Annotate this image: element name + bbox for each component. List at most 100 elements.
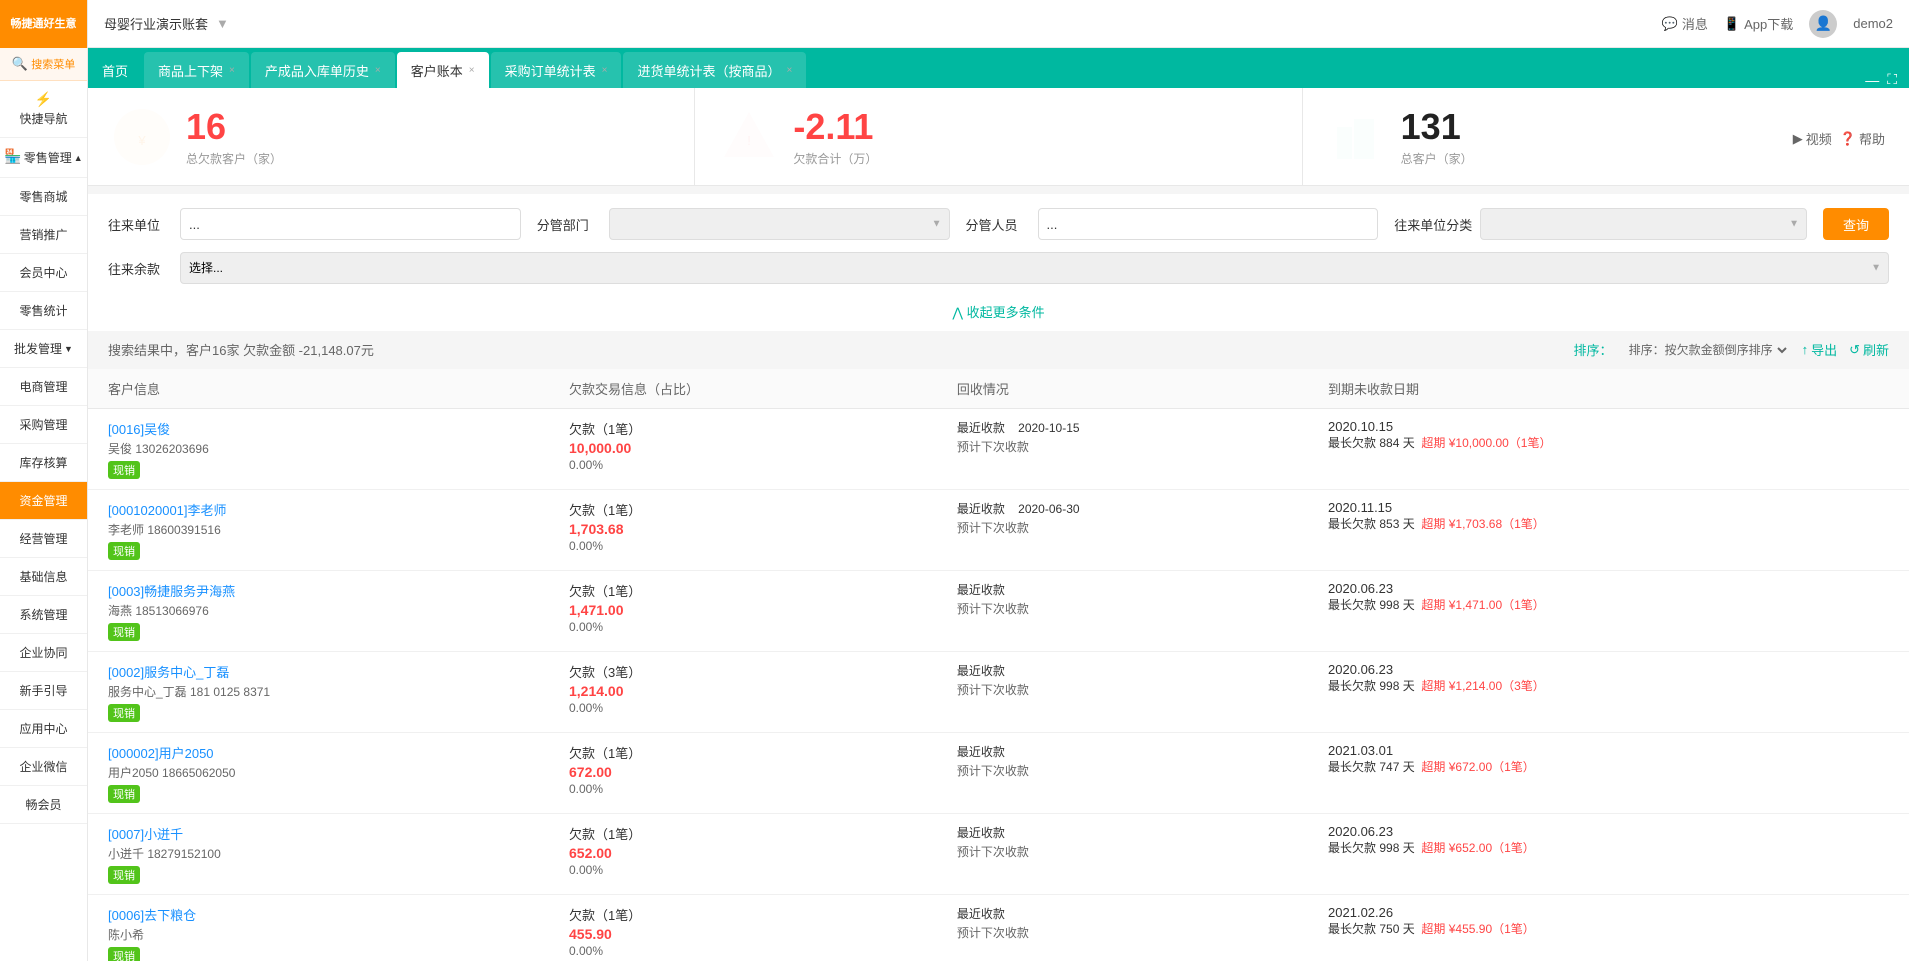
tab-product-listing[interactable]: 商品上下架 × — [144, 52, 249, 88]
tab-close-icon[interactable]: × — [229, 65, 235, 76]
filter-select-balance[interactable]: 选择... — [180, 252, 1889, 284]
sort-label: 排序： — [1574, 340, 1613, 359]
sidebar-nav: ⚡ 快捷导航 🏪 零售管理 ▲ 零售商城 营销推广 会员中心 零售统计 批发管理… — [0, 81, 87, 961]
sidebar-item-system[interactable]: 系统管理 — [0, 596, 87, 634]
sidebar-item-label: 营销推广 — [19, 228, 67, 242]
sidebar-item-member[interactable]: 会员中心 — [0, 254, 87, 292]
recovery-next-0: 预计下次收款 — [957, 438, 1288, 455]
sort-select[interactable]: 排序：按欠款金额倒序排序 — [1625, 342, 1790, 358]
tab-purchase-stats-by-product[interactable]: 进货单统计表（按商品） × — [623, 52, 806, 88]
filter-collapse-button[interactable]: ⋀ 收起更多条件 — [108, 296, 1889, 331]
tab-close-icon[interactable]: × — [375, 65, 381, 76]
debt-amount-6: 455.90 — [569, 926, 917, 942]
recovery-label-2: 最近收款 — [957, 581, 1288, 598]
refresh-button[interactable]: ↺ 刷新 — [1849, 340, 1889, 359]
customer-name-link-1[interactable]: [0001020001]李老师 — [108, 500, 529, 519]
tag-xiankuan-3: 现销 — [108, 704, 140, 722]
debt-count-0: 欠款（1笔） — [569, 419, 917, 438]
debt-ratio-1: 0.00% — [569, 539, 917, 553]
cell-customer-0: [0016]吴俊 吴俊 13026203696 现销 — [88, 409, 549, 490]
sidebar-item-beginner[interactable]: 新手引导 — [0, 672, 87, 710]
appdownload-button[interactable]: 📱 App下载 — [1724, 14, 1793, 33]
tab-close-icon[interactable]: × — [602, 65, 608, 76]
cell-debt-1: 欠款（1笔） 1,703.68 0.00% — [549, 490, 937, 571]
overdue-amount-6: 超期 ¥455.90（1笔） — [1421, 922, 1534, 936]
sidebar-item-label: 采购管理 — [19, 418, 67, 432]
customer-name-link-2[interactable]: [0003]畅捷服务尹海燕 — [108, 581, 529, 600]
recovery-label-3: 最近收款 — [957, 662, 1288, 679]
search-menu-area[interactable]: 🔍 搜索菜单 — [0, 48, 87, 81]
tab-close-icon[interactable]: × — [469, 65, 475, 76]
stat-label-debt-customers: 总欠款客户（家） — [186, 150, 282, 167]
filter-select-category[interactable] — [1480, 208, 1807, 240]
filter-select-balance-wrap[interactable]: 选择... — [180, 252, 1889, 284]
sidebar-item-label: 快捷导航 — [19, 112, 67, 126]
minimize-icon[interactable]: — — [1865, 72, 1879, 88]
sidebar-item-retail-mall[interactable]: 零售商城 — [0, 178, 87, 216]
filter-row-1: 往来单位 ... 分管部门 分管人员 ... — [108, 208, 1889, 240]
sidebar-item-inventory[interactable]: 库存核算 — [0, 444, 87, 482]
sidebar-item-enterprise-collab[interactable]: 企业协同 — [0, 634, 87, 672]
sidebar-item-wechat-work[interactable]: 企业微信 — [0, 748, 87, 786]
sidebar-item-label: 企业微信 — [19, 760, 67, 774]
tab-purchase-order-stats[interactable]: 采购订单统计表 × — [491, 52, 622, 88]
cell-recovery-3: 最近收款 预计下次收款 — [937, 652, 1308, 733]
customer-name-link-5[interactable]: [0007]小迸千 — [108, 824, 529, 843]
customer-name-link-3[interactable]: [0002]服务中心_丁磊 — [108, 662, 529, 681]
sidebar-item-ecommerce[interactable]: 电商管理 — [0, 368, 87, 406]
sidebar-item-retail-mgmt[interactable]: 🏪 零售管理 ▲ — [0, 138, 87, 178]
sidebar-item-retail-stats[interactable]: 零售统计 — [0, 292, 87, 330]
yuan-circle-icon: ¥ — [112, 107, 172, 167]
maximize-icon[interactable]: ⛶ — [1887, 71, 1897, 88]
filter-item-person: 分管人员 ... — [966, 208, 1379, 240]
debt-ratio-4: 0.00% — [569, 782, 917, 796]
tab-finished-goods[interactable]: 产成品入库单历史 × — [251, 52, 395, 88]
sidebar-item-marketing[interactable]: 营销推广 — [0, 216, 87, 254]
message-button[interactable]: 💬 消息 — [1662, 14, 1708, 33]
due-date-3: 2020.06.23 — [1328, 662, 1889, 677]
tab-customer-ledger[interactable]: 客户账本 × — [397, 52, 489, 88]
filter-item-balance: 往来余款 选择... — [108, 252, 1889, 284]
tab-close-icon[interactable]: × — [786, 65, 792, 76]
sidebar-item-purchase[interactable]: 采购管理 — [0, 406, 87, 444]
filter-select-dept-wrap[interactable] — [609, 208, 950, 240]
sidebar-item-wholesale-mgmt[interactable]: 批发管理 ▼ — [0, 330, 87, 368]
sidebar-item-chang-member[interactable]: 畅会员 — [0, 786, 87, 824]
sidebar-item-finance[interactable]: 资金管理 — [0, 482, 87, 520]
customer-name-link-0[interactable]: [0016]吴俊 — [108, 419, 529, 438]
tag-xiankuan-1: 现销 — [108, 542, 140, 560]
sidebar-item-label: 电商管理 — [19, 380, 67, 394]
sidebar-item-basic-info[interactable]: 基础信息 — [0, 558, 87, 596]
export-icon: ↑ — [1802, 342, 1809, 357]
due-date-6: 2021.02.26 — [1328, 905, 1889, 920]
cell-due-1: 2020.11.15 最长欠款 853 天 超期 ¥1,703.68（1笔） — [1308, 490, 1909, 571]
recovery-next-6: 预计下次收款 — [957, 924, 1288, 941]
customer-name-link-6[interactable]: [0006]去下粮仓 — [108, 905, 529, 924]
avatar[interactable]: 👤 — [1809, 10, 1837, 38]
search-menu-button[interactable]: 🔍 搜索菜单 — [6, 56, 81, 72]
filter-select-dept[interactable] — [609, 208, 950, 240]
video-link[interactable]: ▶ 视频 — [1793, 129, 1832, 148]
refresh-icon: ↺ — [1849, 342, 1860, 358]
sidebar-item-operations[interactable]: 经营管理 — [0, 520, 87, 558]
stat-card-debt-customers: ¥ 16 总欠款客户（家） — [88, 88, 695, 185]
sidebar-item-label: 零售统计 — [19, 304, 67, 318]
recovery-next-1: 预计下次收款 — [957, 519, 1288, 536]
export-button[interactable]: ↑ 导出 — [1802, 340, 1838, 359]
search-button[interactable]: 查询 — [1823, 208, 1889, 240]
overdue-amount-3: 超期 ¥1,214.00（3笔） — [1421, 679, 1544, 693]
help-link[interactable]: ❓ 帮助 — [1840, 129, 1885, 148]
dropdown-icon[interactable]: ▼ — [216, 16, 229, 31]
filter-label-category: 往来单位分类 — [1394, 215, 1472, 234]
customer-name-link-4[interactable]: [000002]用户2050 — [108, 743, 529, 762]
tab-home[interactable]: 首页 — [88, 52, 142, 88]
cell-debt-5: 欠款（1笔） 652.00 0.00% — [549, 814, 937, 895]
sidebar-item-quick-nav[interactable]: ⚡ 快捷导航 — [0, 81, 87, 138]
debt-ratio-6: 0.00% — [569, 944, 917, 958]
filter-input-customer[interactable]: ... — [180, 208, 521, 240]
col-header-recovery: 回收情况 — [937, 369, 1308, 409]
filter-select-category-wrap[interactable] — [1480, 208, 1807, 240]
debt-count-1: 欠款（1笔） — [569, 500, 917, 519]
sidebar-item-app-center[interactable]: 应用中心 — [0, 710, 87, 748]
filter-input-person[interactable]: ... — [1038, 208, 1379, 240]
